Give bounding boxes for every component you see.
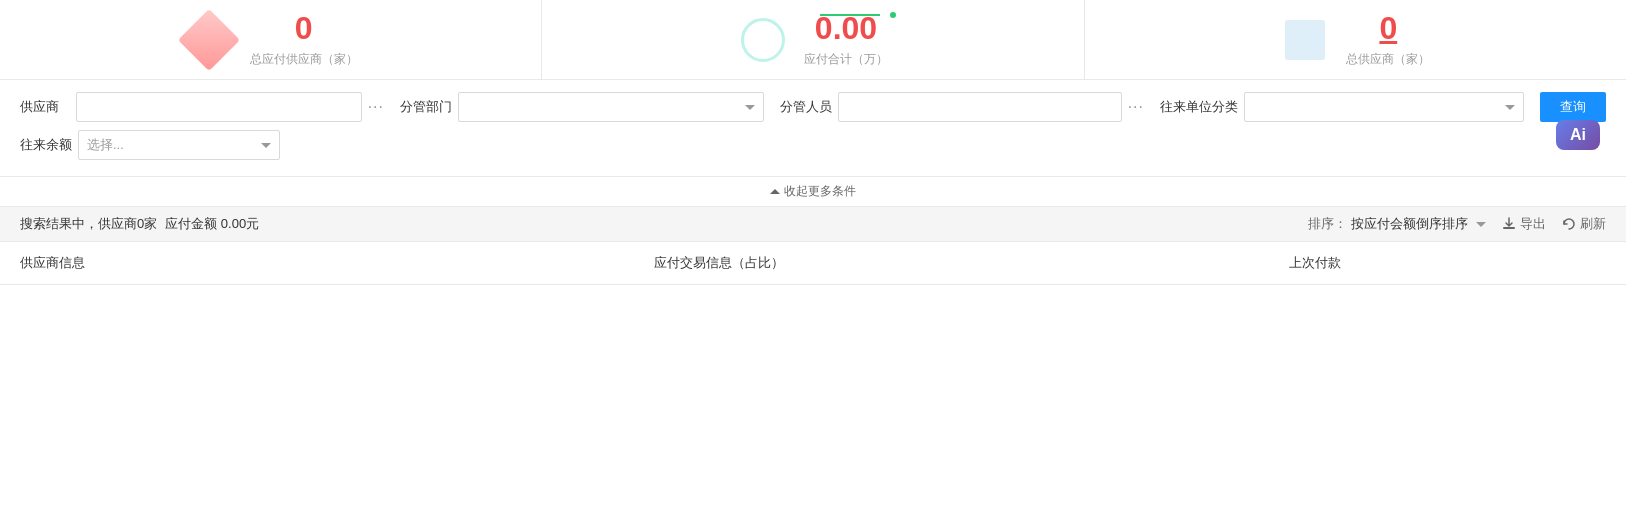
- results-amount: 应付金额 0.00元: [165, 215, 259, 233]
- department-chevron-icon: [745, 105, 755, 110]
- filter-unit-category: 往来单位分类: [1160, 92, 1524, 122]
- table-header: 供应商信息 应付交易信息（占比） 上次付款: [0, 242, 1626, 285]
- tooltip-dot: [888, 10, 898, 20]
- collapse-bar: 收起更多条件: [0, 177, 1626, 207]
- balance-placeholder: 选择...: [87, 136, 257, 154]
- filter-section: 供应商 ··· 分管部门 分管人员 ··· 往来单位分类: [0, 80, 1626, 177]
- diamond-icon: [184, 15, 234, 65]
- unit-category-chevron-icon: [1505, 105, 1515, 110]
- sort-chevron-icon[interactable]: [1476, 222, 1486, 227]
- summary-bar: 0 总应付供应商（家） 0.00 应付合计（万） 快速录单的快捷键说明在这里 ×: [0, 0, 1626, 80]
- payable-suppliers-label: 总应付供应商（家）: [250, 51, 358, 68]
- ai-badge[interactable]: Ai: [1556, 120, 1600, 150]
- table-body: [0, 285, 1626, 485]
- piggy-icon: [738, 15, 788, 65]
- unit-category-dropdown[interactable]: [1244, 92, 1524, 122]
- supplier-dots[interactable]: ···: [368, 98, 384, 116]
- balance-chevron-icon: [261, 143, 271, 148]
- col-supplier-info: 供应商信息: [20, 254, 654, 272]
- manager-input[interactable]: [838, 92, 1122, 122]
- results-summary: 搜索结果中，供应商0家: [20, 215, 157, 233]
- sort-value[interactable]: 按应付会额倒序排序: [1351, 215, 1468, 233]
- unit-category-label: 往来单位分类: [1160, 98, 1238, 116]
- summary-item-total-suppliers: 0 总供应商（家）: [1085, 0, 1626, 79]
- results-actions: 排序： 按应付会额倒序排序 导出 刷新: [1308, 215, 1606, 233]
- manager-dots[interactable]: ···: [1128, 98, 1144, 116]
- results-info-area: 搜索结果中，供应商0家 应付金额 0.00元: [20, 215, 259, 233]
- col-last-payment: 上次付款: [1289, 254, 1606, 272]
- tooltip-line: [820, 14, 880, 16]
- payable-total-label: 应付合计（万）: [804, 51, 888, 68]
- payable-suppliers-number: 0: [295, 11, 313, 46]
- department-dropdown[interactable]: [458, 92, 764, 122]
- refresh-icon: [1562, 217, 1576, 231]
- query-button[interactable]: 查询: [1540, 92, 1606, 122]
- results-bar: 搜索结果中，供应商0家 应付金额 0.00元 排序： 按应付会额倒序排序 导出 …: [0, 207, 1626, 242]
- summary-item-payable-suppliers: 0 总应付供应商（家）: [0, 0, 542, 79]
- filter-manager: 分管人员 ···: [780, 92, 1144, 122]
- collapse-button[interactable]: 收起更多条件: [770, 183, 856, 200]
- total-suppliers-number: 0: [1379, 11, 1397, 46]
- svg-rect-0: [1503, 227, 1515, 229]
- refresh-label: 刷新: [1580, 215, 1606, 233]
- balance-label: 往来余额: [20, 136, 72, 154]
- total-suppliers-label: 总供应商（家）: [1346, 51, 1430, 68]
- filter-row-2: 往来余额 选择...: [20, 130, 1606, 160]
- filter-row-1: 供应商 ··· 分管部门 分管人员 ··· 往来单位分类: [20, 92, 1606, 122]
- summary-item-payable-total: 0.00 应付合计（万）: [542, 0, 1084, 79]
- balance-dropdown[interactable]: 选择...: [78, 130, 280, 160]
- building-icon: [1280, 15, 1330, 65]
- refresh-button[interactable]: 刷新: [1562, 215, 1606, 233]
- col-transaction-info: 应付交易信息（占比）: [654, 254, 1288, 272]
- filter-balance: 往来余额 选择...: [20, 130, 280, 160]
- tooltip-area: 快速录单的快捷键说明在这里 ×: [820, 10, 898, 20]
- chevron-up-icon: [770, 189, 780, 194]
- sort-label: 排序：: [1308, 215, 1347, 233]
- department-label: 分管部门: [400, 98, 452, 116]
- manager-label: 分管人员: [780, 98, 832, 116]
- filter-department: 分管部门: [400, 92, 764, 122]
- collapse-label: 收起更多条件: [784, 183, 856, 200]
- sort-wrapper: 排序： 按应付会额倒序排序: [1308, 215, 1486, 233]
- export-button[interactable]: 导出: [1502, 215, 1546, 233]
- supplier-label: 供应商: [20, 98, 70, 116]
- supplier-input[interactable]: [76, 92, 362, 122]
- export-icon: [1502, 217, 1516, 231]
- export-label: 导出: [1520, 215, 1546, 233]
- filter-supplier: 供应商 ···: [20, 92, 384, 122]
